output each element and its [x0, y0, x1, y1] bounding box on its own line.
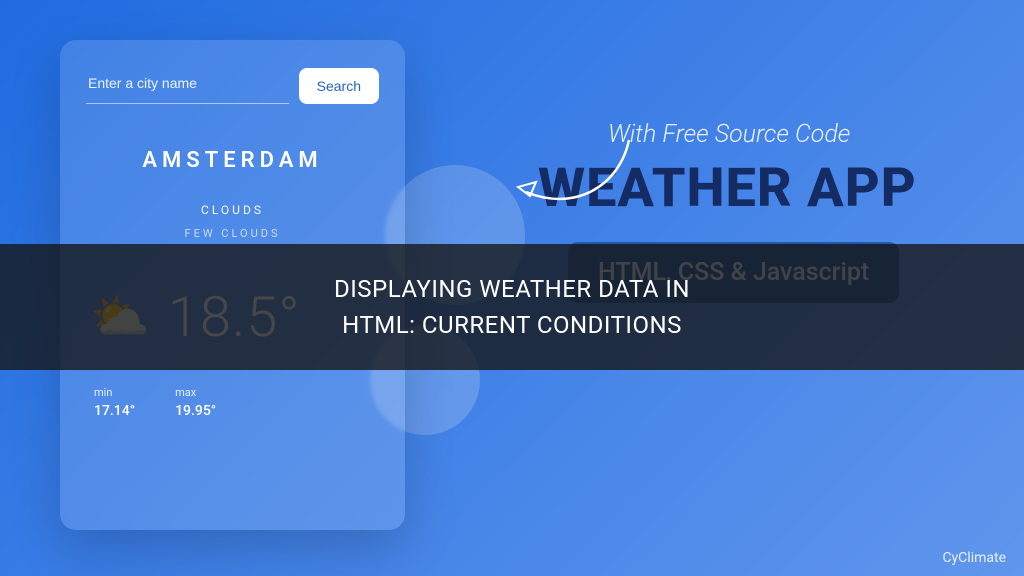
- condition-desc: FEW CLOUDS: [86, 227, 379, 240]
- max-col: max 19.95°: [175, 386, 216, 419]
- min-value: 17.14°: [94, 403, 135, 419]
- search-button[interactable]: Search: [299, 68, 379, 104]
- min-label: min: [94, 386, 135, 399]
- title-overlay: DISPLAYING WEATHER DATA IN HTML: CURRENT…: [0, 244, 1024, 370]
- overlay-line2: HTML: CURRENT CONDITIONS: [342, 311, 682, 339]
- condition-main: CLOUDS: [86, 203, 379, 217]
- promo-tagline: With Free Source Code: [608, 120, 990, 149]
- search-input[interactable]: [86, 68, 289, 104]
- overlay-line1: DISPLAYING WEATHER DATA IN: [334, 275, 690, 303]
- curved-arrow-icon: [504, 132, 644, 246]
- city-name: AMSTERDAM: [86, 148, 379, 173]
- min-col: min 17.14°: [94, 386, 135, 419]
- watermark: CyClimate: [942, 550, 1006, 566]
- max-label: max: [175, 386, 216, 399]
- search-row: Search: [86, 68, 379, 104]
- minmax-row: min 17.14° max 19.95°: [86, 386, 379, 419]
- max-value: 19.95°: [175, 403, 216, 419]
